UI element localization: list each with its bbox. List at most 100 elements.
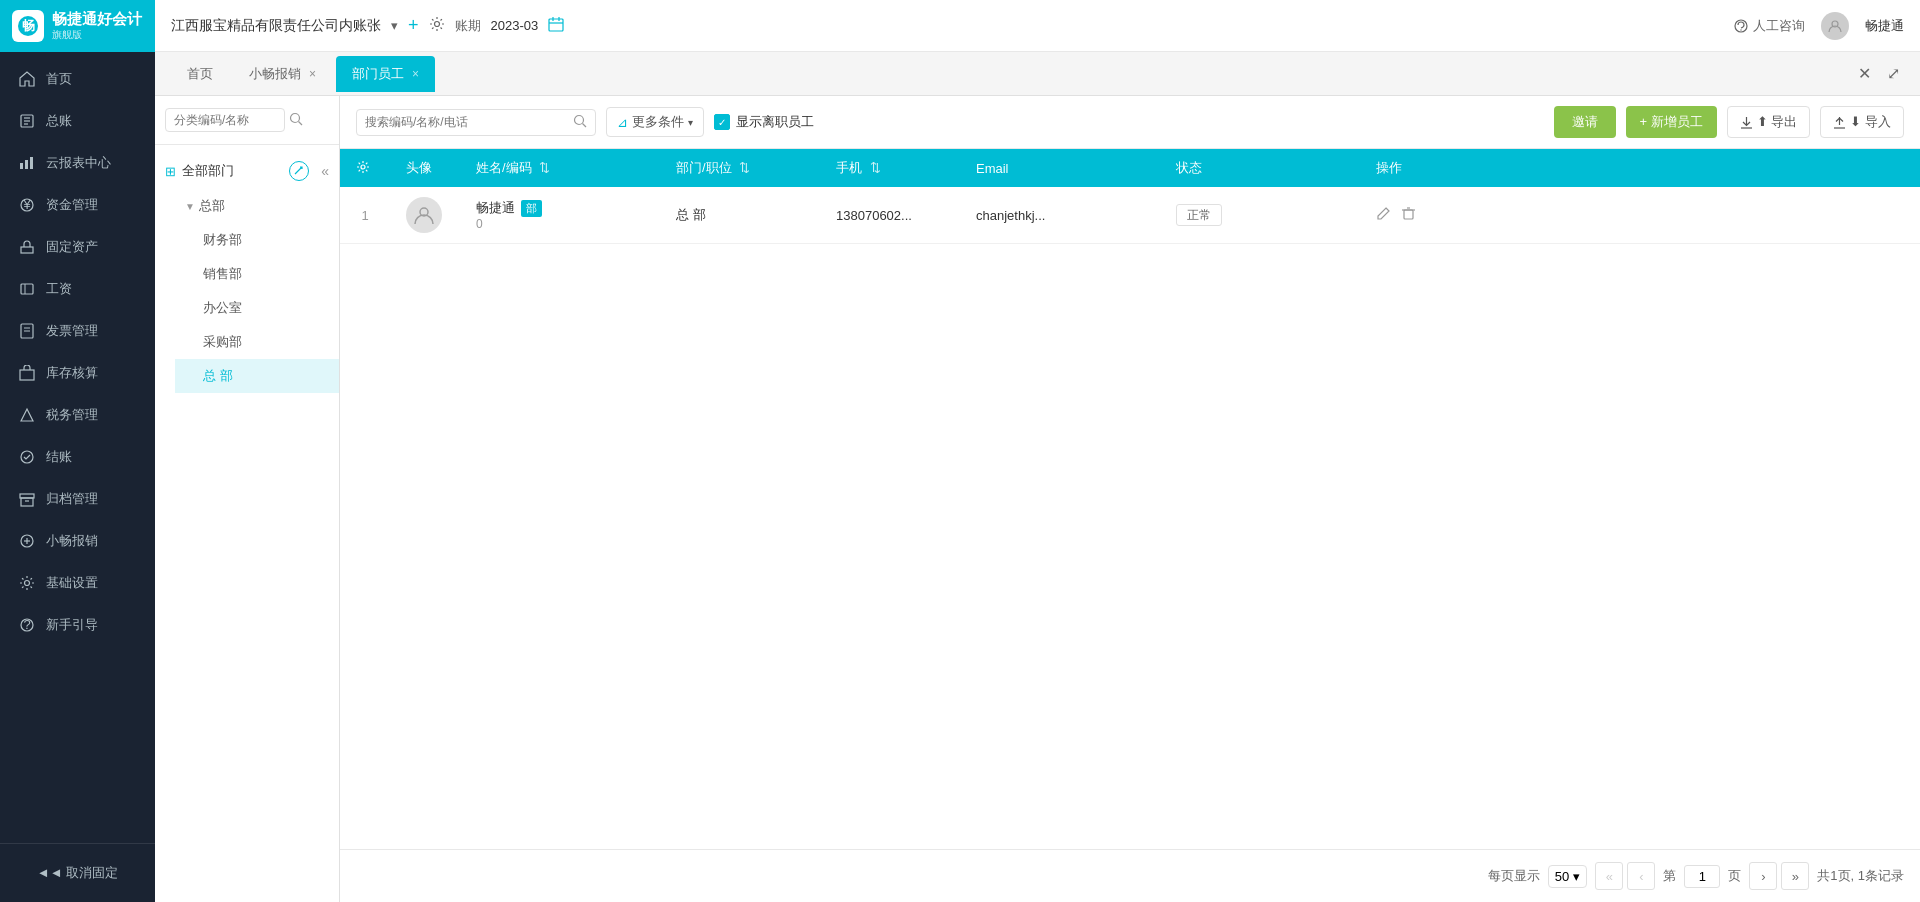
- sidebar-item-ledger[interactable]: 总账: [0, 100, 155, 142]
- tab-expand-button[interactable]: ⤢: [1883, 60, 1904, 87]
- salary-icon: [18, 280, 36, 298]
- add-employee-button[interactable]: + 新增员工: [1626, 106, 1717, 138]
- page-size-select[interactable]: 50 ▾: [1548, 865, 1587, 888]
- sidebar-item-xiaochang[interactable]: 小畅报销: [0, 520, 155, 562]
- dept-expand-icon: ▼: [185, 201, 195, 212]
- sidebar-bottom: ◄◄ 取消固定: [0, 843, 155, 902]
- svg-rect-8: [30, 157, 33, 169]
- sidebar-item-inventory[interactable]: 库存核算: [0, 352, 155, 394]
- settings-icon[interactable]: [429, 16, 445, 35]
- sidebar-item-tax[interactable]: 税务管理: [0, 394, 155, 436]
- toolbar-right: 邀请 + 新增员工 ⬆ 导出 ⬇ 导入: [1554, 106, 1904, 138]
- col-name[interactable]: 姓名/编码 ⇅: [460, 149, 660, 187]
- sidebar-item-basic-label: 基础设置: [46, 574, 98, 592]
- tab-home[interactable]: 首页: [171, 56, 229, 92]
- dept-node-xiaoshoubu[interactable]: 销售部: [175, 257, 339, 291]
- employee-search-input[interactable]: [365, 115, 567, 129]
- dept-node-bangongshi[interactable]: 办公室: [175, 291, 339, 325]
- period-value[interactable]: 2023-03: [491, 18, 539, 33]
- import-button[interactable]: ⬇ 导入: [1820, 106, 1904, 138]
- dept-node-caigoubu[interactable]: 采购部: [175, 325, 339, 359]
- sidebar-item-salary[interactable]: 工资: [0, 268, 155, 310]
- show-resigned-label: 显示离职员工: [736, 113, 814, 131]
- sidebar-item-funds[interactable]: ¥ 资金管理: [0, 184, 155, 226]
- show-resigned-checkbox[interactable]: ✓: [714, 114, 730, 130]
- top-header: 江西服宝精品有限责任公司内账张 ▾ + 账期 2023-03 人工咨询 畅捷通: [155, 0, 1920, 52]
- sidebar-item-home[interactable]: 首页: [0, 58, 155, 100]
- dept-node-caiwubu[interactable]: 财务部: [175, 223, 339, 257]
- svg-text:?: ?: [23, 617, 30, 632]
- col-phone[interactable]: 手机 ⇅: [820, 149, 960, 187]
- svg-text:¥: ¥: [22, 197, 31, 212]
- cancel-fixed-button[interactable]: ◄◄ 取消固定: [0, 856, 155, 890]
- invoice-icon: [18, 322, 36, 340]
- username[interactable]: 畅捷通: [1865, 17, 1904, 35]
- tab-dept-staff-close[interactable]: ×: [412, 67, 419, 81]
- sidebar-item-basic[interactable]: 基础设置: [0, 562, 155, 604]
- sidebar-item-assets[interactable]: 固定资产: [0, 226, 155, 268]
- col-settings[interactable]: [340, 149, 390, 187]
- col-actions: 操作: [1360, 149, 1920, 187]
- service-button[interactable]: 人工咨询: [1733, 17, 1805, 35]
- employee-search-icon[interactable]: [573, 114, 587, 131]
- dept-edit-button[interactable]: [289, 161, 309, 181]
- filter-icon: ⊿: [617, 115, 628, 130]
- invite-button[interactable]: 邀请: [1554, 106, 1616, 138]
- svg-point-38: [575, 115, 584, 124]
- dept-node-zongbu-active[interactable]: 总 部: [175, 359, 339, 393]
- svg-point-34: [1740, 29, 1741, 30]
- add-company-button[interactable]: +: [408, 15, 419, 36]
- tab-xiaochang[interactable]: 小畅报销 ×: [233, 56, 332, 92]
- col-status: 状态: [1160, 149, 1360, 187]
- sidebar-item-inventory-label: 库存核算: [46, 364, 98, 382]
- employee-table: 头像 姓名/编码 ⇅ 部门/职位 ⇅ 手机 ⇅: [340, 149, 1920, 849]
- employees-table: 头像 姓名/编码 ⇅ 部门/职位 ⇅ 手机 ⇅: [340, 149, 1920, 244]
- svg-rect-29: [549, 19, 563, 31]
- tab-close-button[interactable]: ✕: [1854, 60, 1875, 87]
- edit-button[interactable]: [1376, 206, 1391, 224]
- col-dept[interactable]: 部门/职位 ⇅: [660, 149, 820, 187]
- prev-page-button[interactable]: ‹: [1627, 862, 1655, 890]
- svg-line-39: [583, 123, 587, 127]
- page-word: 第: [1663, 867, 1676, 885]
- employee-code: 0: [476, 217, 644, 231]
- page-suffix: 页: [1728, 867, 1741, 885]
- employee-toolbar: ⊿ 更多条件 ▾ ✓ 显示离职员工 邀请 + 新增员工 ⬆ 导出: [340, 96, 1920, 149]
- page-input[interactable]: [1684, 865, 1720, 888]
- sidebar-item-home-label: 首页: [46, 70, 72, 88]
- tab-dept-staff[interactable]: 部门员工 ×: [336, 56, 435, 92]
- filter-button[interactable]: ⊿ 更多条件 ▾: [606, 107, 704, 137]
- calendar-icon[interactable]: [548, 16, 564, 35]
- tab-xiaochang-close[interactable]: ×: [309, 67, 316, 81]
- sidebar-item-reports[interactable]: 云报表中心: [0, 142, 155, 184]
- all-dept-header[interactable]: ⊞ 全部部门 «: [155, 153, 339, 189]
- period-label: 账期: [455, 17, 481, 35]
- next-page-button[interactable]: ›: [1749, 862, 1777, 890]
- ledger-icon: [18, 112, 36, 130]
- show-resigned-toggle[interactable]: ✓ 显示离职员工: [714, 113, 814, 131]
- row-dept: 总 部: [660, 187, 820, 244]
- dept-collapse-icon[interactable]: «: [321, 163, 329, 179]
- dept-node-zongbu[interactable]: ▼ 总部: [175, 189, 339, 223]
- guide-icon: ?: [18, 616, 36, 634]
- last-page-button[interactable]: »: [1781, 862, 1809, 890]
- reports-icon: [18, 154, 36, 172]
- sidebar-nav: 首页 总账 云报表中心 ¥ 资金管理 固定资产: [0, 52, 155, 843]
- dept-search-input[interactable]: [165, 108, 285, 132]
- svg-rect-11: [21, 247, 33, 253]
- user-avatar: [1821, 12, 1849, 40]
- assets-icon: [18, 238, 36, 256]
- tab-dept-staff-label: 部门员工: [352, 65, 404, 83]
- sidebar-item-invoice[interactable]: 发票管理: [0, 310, 155, 352]
- svg-point-28: [434, 22, 439, 27]
- sidebar-item-xiaochang-label: 小畅报销: [46, 532, 98, 550]
- sidebar-item-guide[interactable]: ? 新手引导: [0, 604, 155, 646]
- sidebar-item-checkout[interactable]: 结账: [0, 436, 155, 478]
- first-page-button[interactable]: «: [1595, 862, 1623, 890]
- dept-search-icon[interactable]: [289, 112, 303, 129]
- company-dropdown-icon[interactable]: ▾: [391, 18, 398, 33]
- export-button[interactable]: ⬆ 导出: [1727, 106, 1811, 138]
- header-right: 人工咨询 畅捷通: [1733, 12, 1904, 40]
- delete-button[interactable]: [1401, 206, 1416, 224]
- sidebar-item-archive[interactable]: 归档管理: [0, 478, 155, 520]
